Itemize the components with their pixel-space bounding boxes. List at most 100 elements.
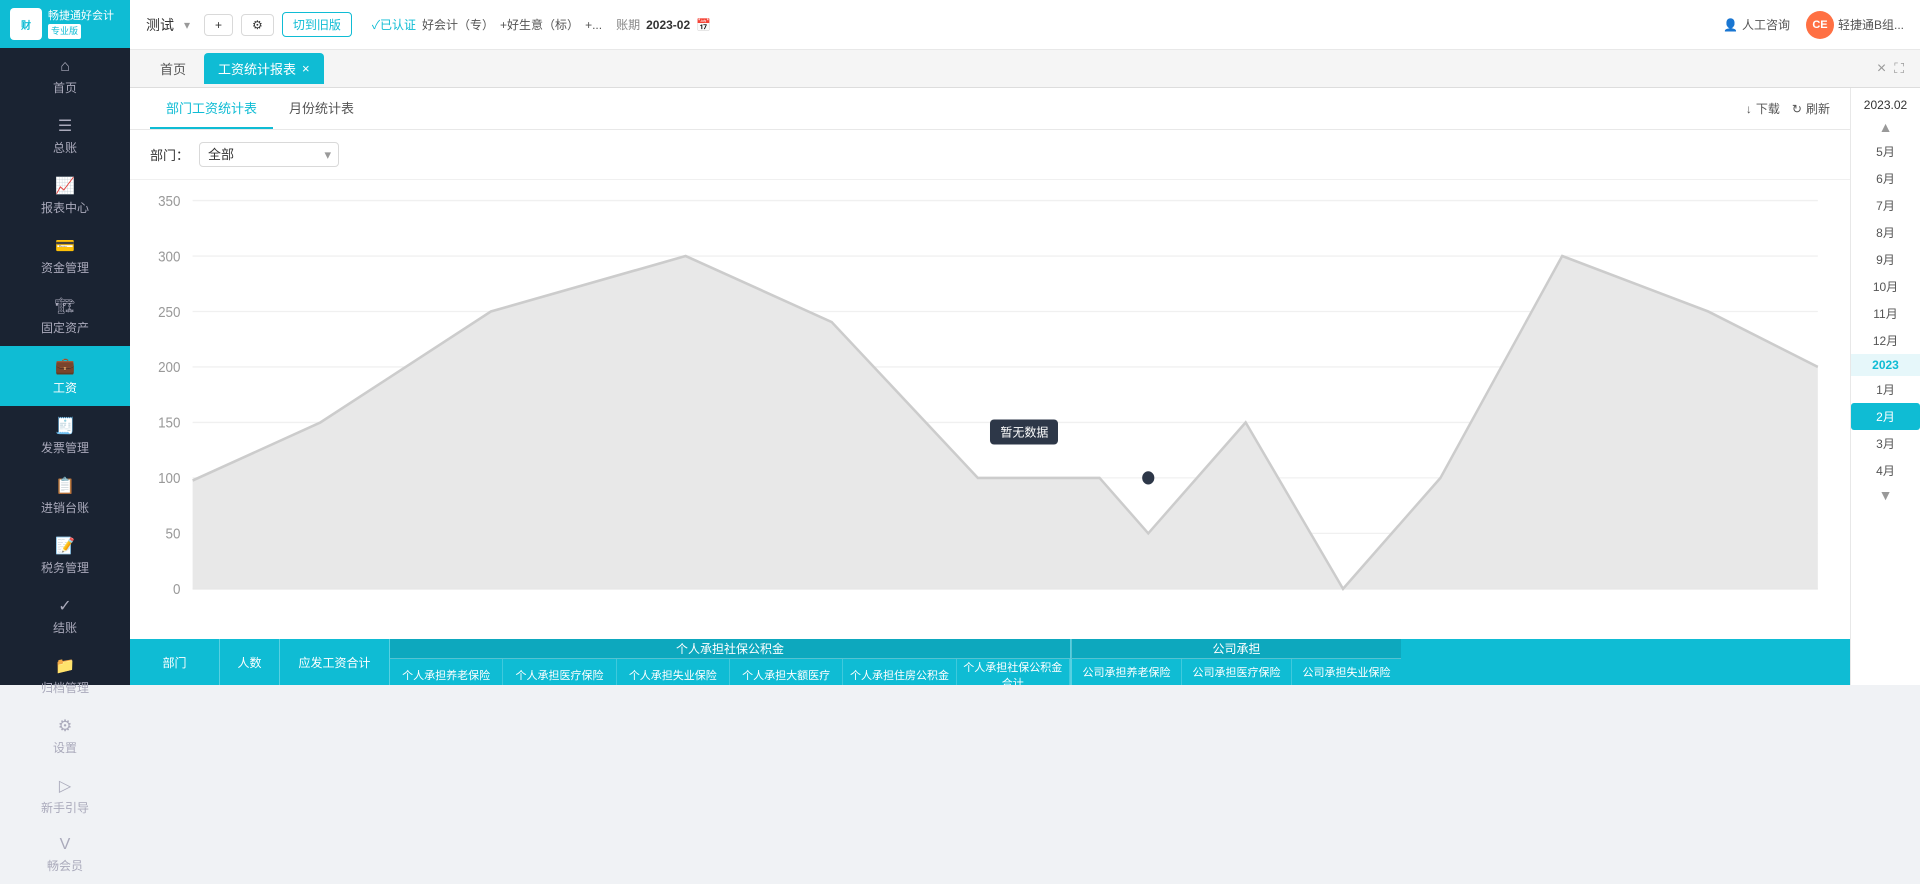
company-name: 测试	[146, 15, 174, 35]
col-personal-total: 个人承担社保公积金合计	[957, 659, 1070, 685]
date-month-6[interactable]: 6月	[1851, 165, 1920, 192]
sub-tab-month[interactable]: 月份统计表	[273, 88, 370, 129]
user-btn[interactable]: CE 轻捷通B组...	[1806, 11, 1904, 39]
avatar: CE	[1806, 11, 1834, 39]
refresh-icon: ↻	[1792, 102, 1802, 116]
sidebar: 财 畅捷通好会计 专业版 ⌂ 首页 ☰ 总账 📈 报表中心 💳 资金管理 🏗 固…	[0, 0, 130, 685]
tab-salary-report[interactable]: 工资统计报表 ×	[204, 53, 324, 84]
col-company-unemployment: 公司承担失业保险	[1292, 659, 1401, 685]
checkout-icon: ✓	[58, 596, 71, 616]
company-dropdown-arrow[interactable]: ▾	[184, 18, 190, 32]
svg-text:50: 50	[166, 525, 181, 542]
sidebar-item-label: 报表中心	[41, 199, 89, 216]
col-count: 人数	[220, 639, 280, 685]
svg-text:200: 200	[158, 359, 181, 376]
sidebar-item-label: 固定资产	[41, 319, 89, 336]
sidebar-item-label: 总账	[53, 139, 77, 156]
personal-group-header: 个人承担社保公积金	[676, 640, 784, 657]
archive-icon: 📁	[55, 656, 75, 676]
sidebar-item-settings[interactable]: ⚙ 设置	[0, 706, 130, 766]
sidebar-item-trade[interactable]: 📋 进销台账	[0, 466, 130, 526]
sub-tab-dept[interactable]: 部门工资统计表	[150, 88, 273, 129]
sidebar-item-label: 结账	[53, 619, 77, 636]
sidebar-item-guide[interactable]: ▷ 新手引导	[0, 766, 130, 826]
consult-btn[interactable]: 👤 人工咨询	[1723, 16, 1790, 33]
invoice-icon: 🧾	[55, 416, 75, 436]
date-panel: 2023.02 ▲ 5月 6月 7月 8月 9月 10月 11月 12月 202…	[1850, 88, 1920, 685]
sidebar-item-tax[interactable]: 📝 税务管理	[0, 526, 130, 586]
ledger-icon: ☰	[58, 116, 72, 136]
tab-bar: 首页 工资统计报表 × × ⛶	[130, 50, 1920, 88]
svg-text:100: 100	[158, 470, 181, 487]
sidebar-item-label: 税务管理	[41, 559, 89, 576]
date-nav-up[interactable]: ▲	[1876, 116, 1896, 138]
close-window-icon[interactable]: ×	[1877, 60, 1886, 78]
topbar-actions: + ⚙ 切到旧版	[204, 12, 352, 37]
date-month-8[interactable]: 8月	[1851, 219, 1920, 246]
svg-text:350: 350	[158, 192, 181, 209]
dept-filter-label: 部门：	[150, 145, 189, 164]
topbar: 测试 ▾ + ⚙ 切到旧版 ✓已认证 好会计（专） +好生意（标） +... 账…	[130, 0, 1920, 50]
download-btn[interactable]: ↓ 下载	[1746, 100, 1780, 117]
sub-tabs: 部门工资统计表 月份统计表	[150, 88, 370, 129]
sidebar-item-label: 资金管理	[41, 259, 89, 276]
member-icon: V	[60, 836, 71, 854]
guide-icon: ▷	[59, 776, 71, 796]
svg-text:0: 0	[173, 581, 181, 598]
expand-window-icon[interactable]: ⛶	[1894, 60, 1904, 77]
sidebar-item-label: 发票管理	[41, 439, 89, 456]
salary-chart: 350 300 250 200 150 100 50 0	[150, 190, 1830, 639]
app-logo: 财 畅捷通好会计 专业版	[0, 0, 130, 48]
date-nav-down[interactable]: ▼	[1876, 484, 1896, 506]
sidebar-item-ledger[interactable]: ☰ 总账	[0, 106, 130, 166]
sidebar-item-label: 工资	[53, 379, 77, 396]
svg-text:300: 300	[158, 248, 181, 265]
tab-home[interactable]: 首页	[146, 53, 200, 84]
date-month-2023-3[interactable]: 3月	[1851, 430, 1920, 457]
calendar-icon[interactable]: 📅	[696, 18, 711, 32]
date-month-7[interactable]: 7月	[1851, 192, 1920, 219]
settings-button[interactable]: ⚙	[241, 14, 274, 36]
tab-close-icon[interactable]: ×	[302, 61, 310, 76]
good-business-badge: +好生意（标）	[500, 16, 579, 33]
col-company-medical: 公司承担医疗保险	[1182, 659, 1292, 685]
sidebar-item-label: 畅会员	[47, 857, 83, 874]
date-month-2023-2[interactable]: 2月	[1851, 403, 1920, 430]
dept-select[interactable]: 全部 财务部 人事部 技术部 销售部	[199, 142, 339, 167]
table-footer: 部门 人数 应发工资合计 个人承担社保公积金 个人承担养老保险 个人承担医疗保险…	[130, 639, 1850, 685]
sidebar-item-archive[interactable]: 📁 归档管理	[0, 646, 130, 706]
topbar-status: ✓已认证 好会计（专） +好生意（标） +... 账期 2023-02 📅	[372, 16, 711, 33]
filter-bar: 部门： 全部 财务部 人事部 技术部 销售部 ▾	[130, 130, 1850, 180]
certified-badge: ✓已认证	[372, 16, 416, 33]
more-badge: +...	[585, 18, 602, 32]
sidebar-item-invoice[interactable]: 🧾 发票管理	[0, 406, 130, 466]
sidebar-item-assets[interactable]: 🏗 固定资产	[0, 286, 130, 346]
logo-icon: 财	[10, 8, 42, 40]
svg-text:150: 150	[158, 414, 181, 431]
date-month-5[interactable]: 5月	[1851, 138, 1920, 165]
refresh-btn[interactable]: ↻ 刷新	[1792, 100, 1830, 117]
sidebar-item-reports[interactable]: 📈 报表中心	[0, 166, 130, 226]
add-button[interactable]: +	[204, 14, 233, 36]
col-dept: 部门	[130, 639, 220, 685]
period-value: 2023-02	[646, 18, 690, 32]
switch-version-button[interactable]: 切到旧版	[282, 12, 352, 37]
sidebar-item-checkout[interactable]: ✓ 结账	[0, 586, 130, 646]
main-area: 测试 ▾ + ⚙ 切到旧版 ✓已认证 好会计（专） +好生意（标） +... 账…	[130, 0, 1920, 685]
date-month-2023-1[interactable]: 1月	[1851, 376, 1920, 403]
sidebar-item-label: 设置	[53, 739, 77, 756]
date-month-2023-4[interactable]: 4月	[1851, 457, 1920, 484]
sub-tab-bar: 部门工资统计表 月份统计表 ↓ 下载 ↻ 刷新	[130, 88, 1850, 130]
sidebar-item-label: 首页	[53, 79, 77, 96]
date-year-label: 2023.02	[1851, 94, 1920, 116]
date-month-11[interactable]: 11月	[1851, 300, 1920, 327]
sidebar-item-home[interactable]: ⌂ 首页	[0, 48, 130, 106]
date-month-12[interactable]: 12月	[1851, 327, 1920, 354]
salary-icon: 💼	[55, 356, 75, 376]
date-month-9[interactable]: 9月	[1851, 246, 1920, 273]
date-month-10[interactable]: 10月	[1851, 273, 1920, 300]
sidebar-item-member[interactable]: V 畅会员	[0, 826, 130, 884]
sidebar-item-salary[interactable]: 💼 工资	[0, 346, 130, 406]
sidebar-item-funds[interactable]: 💳 资金管理	[0, 226, 130, 286]
col-personal-unemployment: 个人承担失业保险	[617, 659, 730, 685]
